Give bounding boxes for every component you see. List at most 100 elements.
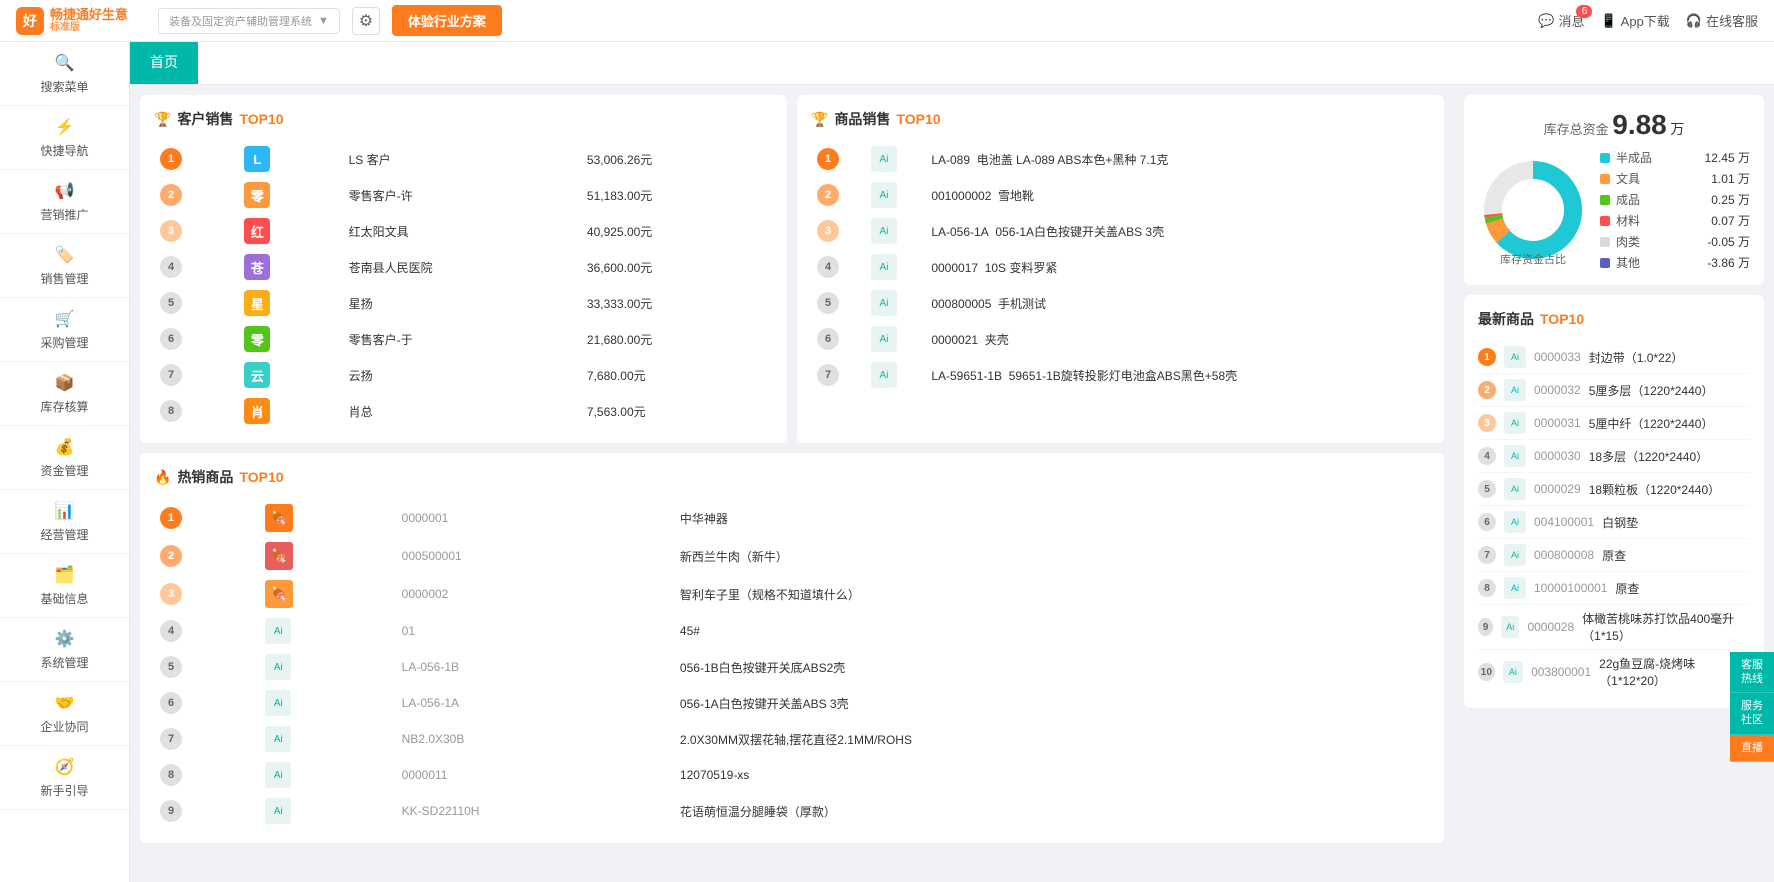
legend-item: 材料 0.07 万: [1600, 212, 1750, 229]
product-name: 5厘中纤（1220*2440）: [1589, 415, 1714, 432]
product-sales-rank-card: 🏆 商品销售TOP10 1 Ai LA-089 电池盖 LA-089 ABS本色…: [797, 95, 1444, 443]
new-products-card: 最新商品 TOP10 1 Ai 0000033 封边带（1.0*22） 2 Ai…: [1464, 295, 1764, 708]
hot-products-table: 1 🍖 0000001 中华神器 2 🍖 000500001 新西兰牛肉（新牛）…: [154, 499, 1430, 829]
legend-dot: [1600, 195, 1610, 205]
rank-number: 3: [1478, 414, 1496, 432]
sidebar-label-search: 搜索菜单: [40, 78, 88, 95]
sidebar-label-marketing: 营销推广: [40, 206, 88, 223]
inventory-unit: 万: [1670, 121, 1684, 137]
customer-amount: 36,600.00元: [581, 249, 773, 285]
table-row: 4 Ai 0000017 10S 变料罗紧: [811, 249, 1430, 285]
customer-name: 星扬: [343, 285, 581, 321]
customer-name: 肖总: [343, 393, 581, 429]
message-icon: 💬: [1538, 13, 1554, 29]
product-code: LA-056-1A: [396, 685, 674, 721]
legend-value: 1.01 万: [1690, 170, 1750, 187]
table-row: 5 星 星扬 33,333.00元: [154, 285, 773, 321]
sidebar-item-inventory[interactable]: 📦 库存核算: [0, 362, 129, 426]
messages-button[interactable]: 💬 消息 6: [1538, 11, 1584, 30]
avatar: 零: [244, 182, 270, 208]
product-name: 原查: [1615, 580, 1639, 597]
topbar-right: 💬 消息 6 📱 App下载 🎧 在线客服: [1538, 11, 1758, 30]
product-thumbnail: Ai: [1504, 445, 1526, 467]
sidebar-item-company[interactable]: 🤝 企业协同: [0, 682, 129, 746]
product-image-placeholder: Ai: [265, 798, 291, 824]
rank-number: 8: [160, 764, 182, 786]
sidebar-item-base[interactable]: 🗂️ 基础信息: [0, 554, 129, 618]
app-download-button[interactable]: 📱 App下载: [1600, 11, 1669, 30]
product-name: 中华神器: [674, 499, 1430, 537]
table-row: 4 苍 苍南县人民医院 36,600.00元: [154, 249, 773, 285]
tag-icon: 🏷️: [54, 244, 76, 266]
rank-number: 6: [817, 328, 839, 350]
product-thumbnail: Ai: [1504, 379, 1526, 401]
product-code: 10000100001: [1534, 581, 1607, 595]
sidebar-label-company: 企业协同: [40, 718, 88, 735]
customer-amount: 7,563.00元: [581, 393, 773, 429]
legend-name: 半成品: [1616, 149, 1684, 166]
float-btn-community[interactable]: 服务社区: [1730, 693, 1774, 735]
float-btn-service[interactable]: 客服热线: [1730, 652, 1774, 694]
product-image-placeholder: Ai: [265, 654, 291, 680]
sidebar-item-guide[interactable]: 🧭 新手引导: [0, 746, 129, 810]
list-item: 4 Ai 01 45#: [154, 613, 1430, 649]
product-name: 18颗粒板（1220*2440）: [1589, 481, 1720, 498]
customer-name: 云扬: [343, 357, 581, 393]
float-buttons: 客服热线 服务社区 直播: [1730, 652, 1774, 762]
legend-item: 成品 0.25 万: [1600, 191, 1750, 208]
product-code: 000800008: [1534, 548, 1594, 562]
legend-name: 成品: [1616, 191, 1684, 208]
legend-value: 0.07 万: [1690, 212, 1750, 229]
sidebar-item-purchase[interactable]: 🛒 采购管理: [0, 298, 129, 362]
product-name: 2.0X30MM双摆花轴,摆花直径2.1MM/ROHS: [674, 721, 1430, 757]
product-code: 003800001: [1531, 665, 1591, 679]
list-item: 1 Ai 0000033 封边带（1.0*22）: [1478, 341, 1750, 374]
product-sales-rank-table: 1 Ai LA-089 电池盖 LA-089 ABS本色+黑种 7.1克 2 A…: [811, 141, 1430, 393]
product-code: KK-SD22110H: [396, 793, 674, 829]
megaphone-icon: 📢: [54, 180, 76, 202]
sidebar-item-operation[interactable]: 📊 经营管理: [0, 490, 129, 554]
sidebar-label-sales: 销售管理: [40, 270, 88, 287]
table-row: 2 Ai 001000002 雪地靴: [811, 177, 1430, 213]
tab-bar: 首页: [130, 42, 1774, 85]
hot-products-title: 🔥 热销商品TOP10: [154, 467, 1430, 487]
rank-number: 2: [160, 545, 182, 567]
list-item: 9 Ai 0000028 体橄苦桃味苏打饮品400毫升（1*15）: [1478, 605, 1750, 650]
sidebar-item-search[interactable]: 🔍 搜索菜单: [0, 42, 129, 106]
sidebar-item-sales[interactable]: 🏷️ 销售管理: [0, 234, 129, 298]
customer-name: 红太阳文具: [343, 213, 581, 249]
product-code: LA-056-1B: [396, 649, 674, 685]
sidebar-item-system[interactable]: ⚙️ 系统管理: [0, 618, 129, 682]
donut-chart: 库存资金占比: [1478, 155, 1588, 265]
inventory-amount: 9.88: [1612, 109, 1667, 140]
tab-home[interactable]: 首页: [130, 42, 198, 84]
product-info: 0000021 夹壳: [925, 321, 1430, 357]
online-service-button[interactable]: 🎧 在线客服: [1686, 11, 1758, 30]
product-thumbnail: Ai: [1504, 577, 1526, 599]
sidebar-item-finance[interactable]: 💰 资金管理: [0, 426, 129, 490]
customer-name: LS 客户: [343, 141, 581, 177]
table-row: 1 Ai LA-089 电池盖 LA-089 ABS本色+黑种 7.1克: [811, 141, 1430, 177]
donut-label: 库存资金占比: [1478, 251, 1588, 267]
customer-amount: 40,925.00元: [581, 213, 773, 249]
product-image-colored: 🍖: [265, 504, 293, 532]
sidebar-label-operation: 经营管理: [40, 526, 88, 543]
rank-number: 9: [160, 800, 182, 822]
legend-dot: [1600, 258, 1610, 268]
float-btn-live[interactable]: 直播: [1730, 735, 1774, 762]
rank-number: 8: [1478, 579, 1496, 597]
settings-button[interactable]: ⚙: [352, 7, 380, 35]
sidebar-item-marketing[interactable]: 📢 营销推广: [0, 170, 129, 234]
message-badge: 6: [1576, 5, 1592, 18]
product-code: 0000032: [1534, 383, 1581, 397]
chart-icon: 📊: [54, 500, 76, 522]
legend-item: 其他 -3.86 万: [1600, 254, 1750, 271]
system-name-dropdown[interactable]: 装备及固定资产辅助管理系统 ▼: [158, 8, 340, 34]
trial-button[interactable]: 体验行业方案: [392, 5, 502, 36]
sidebar-item-shortcut[interactable]: ⚡ 快捷导航: [0, 106, 129, 170]
handshake-icon: 🤝: [54, 692, 76, 714]
rank-number: 4: [160, 256, 182, 278]
legend-name: 肉类: [1616, 233, 1684, 250]
sidebar-label-system: 系统管理: [40, 654, 88, 671]
customer-amount: 53,006.26元: [581, 141, 773, 177]
